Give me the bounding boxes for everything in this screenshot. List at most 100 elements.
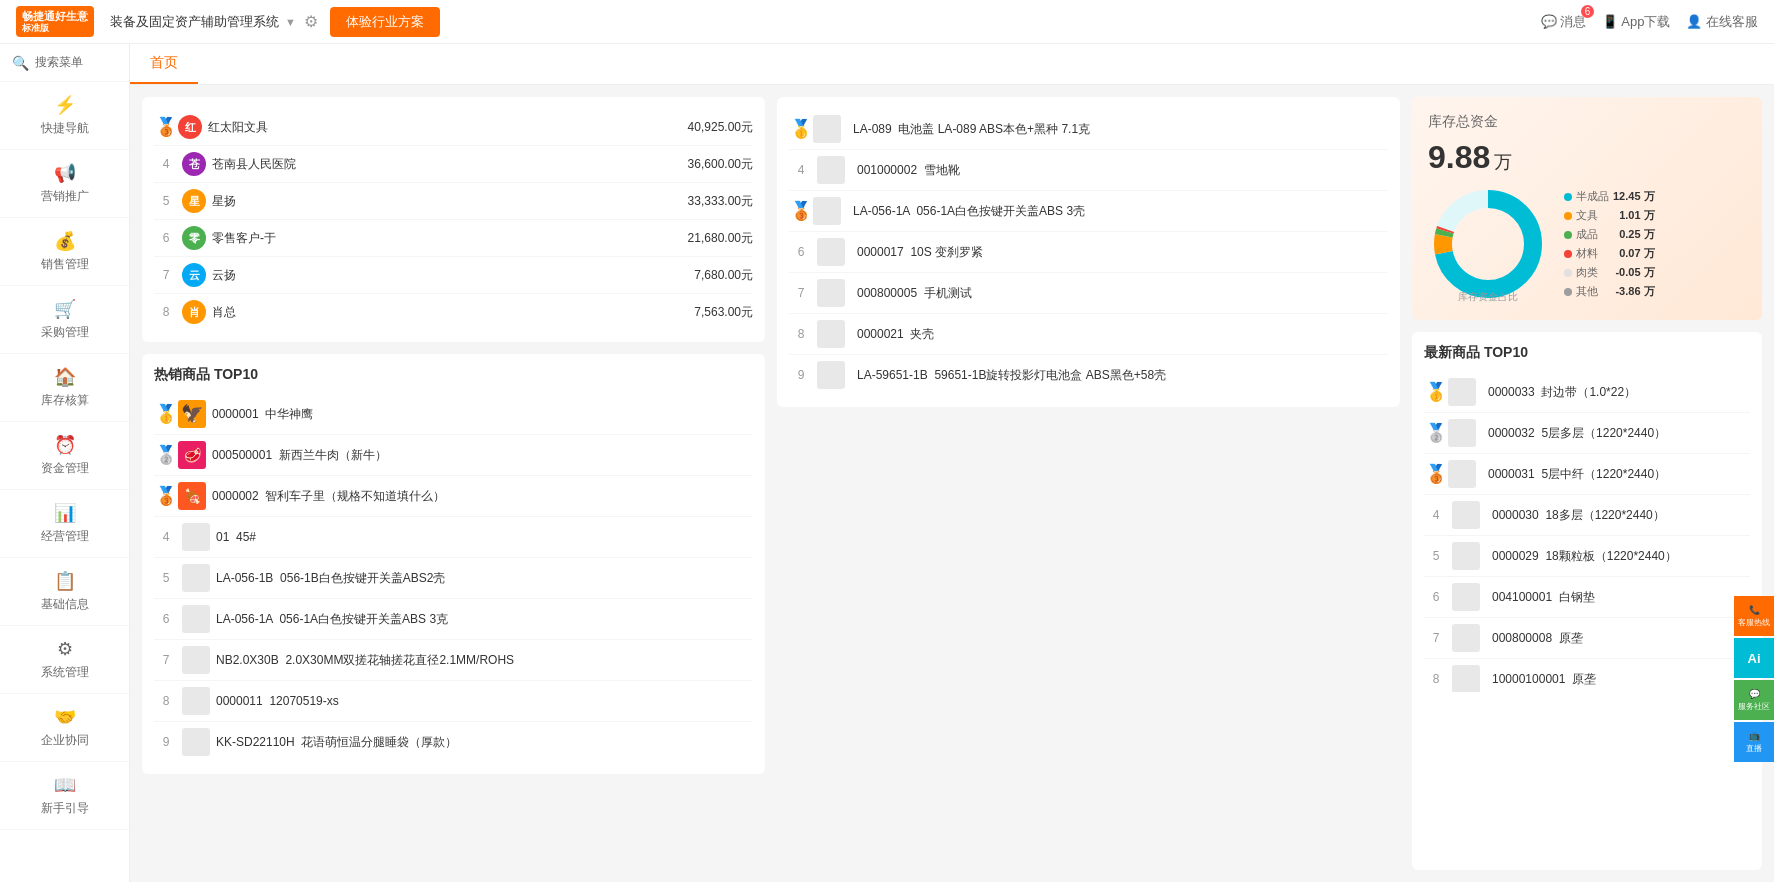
service-icon: 👤 [1686,14,1702,29]
product-thumb [813,197,841,225]
inventory-number: 9.88 [1428,139,1490,175]
sidebar-item-marketing[interactable]: 📢 营销推广 [0,150,129,218]
legend-item: 半成品 12.45 万 [1564,189,1655,204]
list-item: 7 云 云扬 7,680.00元 [154,257,753,294]
legend-dot [1564,269,1572,277]
inventory-legend: 半成品 12.45 万 文具 1.01 万 成品 0 [1564,189,1655,299]
sidebar-label-sales: 销售管理 [41,256,89,273]
list-item: 4 001000002 雪地靴 [789,150,1388,191]
list-item: 5 LA-056-1B 056-1B白色按键开关盖ABS2壳 [154,558,753,599]
service-community-button[interactable]: 💬 服务社区 [1734,680,1774,720]
sidebar-item-inventory[interactable]: 🏠 库存核算 [0,354,129,422]
sidebar-item-purchase[interactable]: 🛒 采购管理 [0,286,129,354]
hot-products-title: 热销商品 TOP10 [154,366,753,384]
sidebar-label-quicknav: 快捷导航 [41,120,89,137]
main-layout: 🔍 搜索菜单 ⚡ 快捷导航 📢 营销推广 💰 销售管理 🛒 采购管理 🏠 库存核… [0,44,1774,882]
medal-gold: 🥇 [789,117,813,141]
sidebar-item-quicknav[interactable]: ⚡ 快捷导航 [0,82,129,150]
product-thumb [182,728,210,756]
list-item: 5 0000029 18颗粒板（1220*2440） [1424,536,1750,577]
list-item: 8 0000021 夹壳 [789,314,1388,355]
newest-products-title: 最新商品 TOP10 [1424,344,1750,362]
search-icon: 🔍 [12,55,29,71]
live-button[interactable]: 📺 直播 [1734,722,1774,762]
sidebar-label-inventory: 库存核算 [41,392,89,409]
sidebar-item-finance[interactable]: ⏰ 资金管理 [0,422,129,490]
sidebar-item-guide[interactable]: 📖 新手引导 [0,762,129,830]
list-item: 🥇 🦅 0000001 中华神鹰 [154,394,753,435]
sidebar-label-finance: 资金管理 [41,460,89,477]
list-item: 7 000800005 手机测试 [789,273,1388,314]
product-thumb [817,361,845,389]
sidebar-item-basic[interactable]: 📋 基础信息 [0,558,129,626]
list-item: 🥉 红 红太阳文具 40,925.00元 [154,109,753,146]
avatar: 肖 [182,300,206,324]
guide-icon: 📖 [54,774,76,796]
customer-list: 🥉 红 红太阳文具 40,925.00元 4 苍 苍南县人民医院 36,600.… [154,109,753,330]
sidebar-item-operation[interactable]: 📊 经营管理 [0,490,129,558]
product-thumb [1452,583,1480,611]
system-selector[interactable]: 装备及固定资产辅助管理系统 ▼ [110,13,296,31]
customer-hotline-button[interactable]: 📞 客服热线 [1734,596,1774,636]
product-thumb [182,646,210,674]
product-thumb [1452,501,1480,529]
avatar: 星 [182,189,206,213]
chevron-down-icon: ▼ [285,16,296,28]
hot-products-list: 🥇 🦅 0000001 中华神鹰 🥈 🥩 0 [154,394,753,762]
topbar: 畅捷通好生意 标准版 装备及固定资产辅助管理系统 ▼ ⚙ 体验行业方案 💬 消息… [0,0,1774,44]
tab-home[interactable]: 首页 [130,44,198,84]
inventory-card: 库存总资金 9.88 万 [1412,97,1762,320]
medal-bronze: 🥉 [154,115,178,139]
gear-icon[interactable]: ⚙ [304,12,318,31]
product-thumb [1452,624,1480,652]
list-item: 🥉 LA-056-1A 056-1A白色按键开关盖ABS 3壳 [789,191,1388,232]
list-item: 🥉 🍖 0000002 智利车子里（规格不知道填什么） [154,476,753,517]
float-service: 📞 客服热线 Ai 💬 服务社区 📺 直播 [1734,596,1774,762]
message-button[interactable]: 💬 消息 6 [1541,13,1587,31]
avatar: 零 [182,226,206,250]
list-item: 6 004100001 白钢垫 [1424,577,1750,618]
list-item: 9 LA-59651-1B 59651-1B旋转投影灯电池盒 ABS黑色+58壳 [789,355,1388,395]
ai-button[interactable]: Ai [1734,638,1774,678]
donut-svg [1428,184,1548,304]
list-item: 6 LA-056-1A 056-1A白色按键开关盖ABS 3克 [154,599,753,640]
inventory-amount-display: 9.88 万 [1428,139,1746,176]
list-item: 6 0000017 10S 变刹罗紧 [789,232,1388,273]
product-thumb: 🥩 [178,441,206,469]
inventory-unit: 万 [1494,152,1512,172]
list-item: 🥉 0000031 5层中纤（1220*2440） [1424,454,1750,495]
medal-bronze: 🥉 [789,199,813,223]
list-item: 4 0000030 18多层（1220*2440） [1424,495,1750,536]
list-item: 🥈 0000032 5层多层（1220*2440） [1424,413,1750,454]
list-item: 8 肖 肖总 7,563.00元 [154,294,753,330]
legend-dot [1564,288,1572,296]
sidebar-item-system[interactable]: ⚙ 系统管理 [0,626,129,694]
online-service-button[interactable]: 👤 在线客服 [1686,13,1758,31]
phone-icon: 📞 [1749,605,1760,615]
product-thumb [182,523,210,551]
purchase-icon: 🛒 [54,298,76,320]
trial-button[interactable]: 体验行业方案 [330,7,440,37]
legend-item: 材料 0.07 万 [1564,246,1655,261]
product-thumb [1452,542,1480,570]
product-thumb: 🦅 [178,400,206,428]
list-item: 🥈 🥩 000500001 新西兰牛肉（新牛） [154,435,753,476]
list-item: 8 10000100001 原垄 [1424,659,1750,692]
sidebar-item-search[interactable]: 🔍 搜索菜单 [0,44,129,82]
nav-tabs: 首页 [130,44,1774,85]
legend-item: 成品 0.25 万 [1564,227,1655,242]
sidebar-label-marketing: 营销推广 [41,188,89,205]
col2: 🥇 LA-089 电池盖 LA-089 ABS本色+黑种 7.1克 4 0010… [777,97,1400,870]
sidebar-item-sales[interactable]: 💰 销售管理 [0,218,129,286]
sidebar-item-company[interactable]: 🤝 企业协同 [0,694,129,762]
medal-silver: 🥈 [154,443,178,467]
app-download-button[interactable]: 📱 App下载 [1602,13,1670,31]
product-thumb [1448,460,1476,488]
product-thumb [1452,665,1480,692]
sidebar-label-search: 搜索菜单 [35,54,83,71]
legend-dot [1564,193,1572,201]
product-thumb [813,115,841,143]
legend-dot [1564,250,1572,258]
system-icon: ⚙ [57,638,73,660]
list-item: 4 01 45# [154,517,753,558]
